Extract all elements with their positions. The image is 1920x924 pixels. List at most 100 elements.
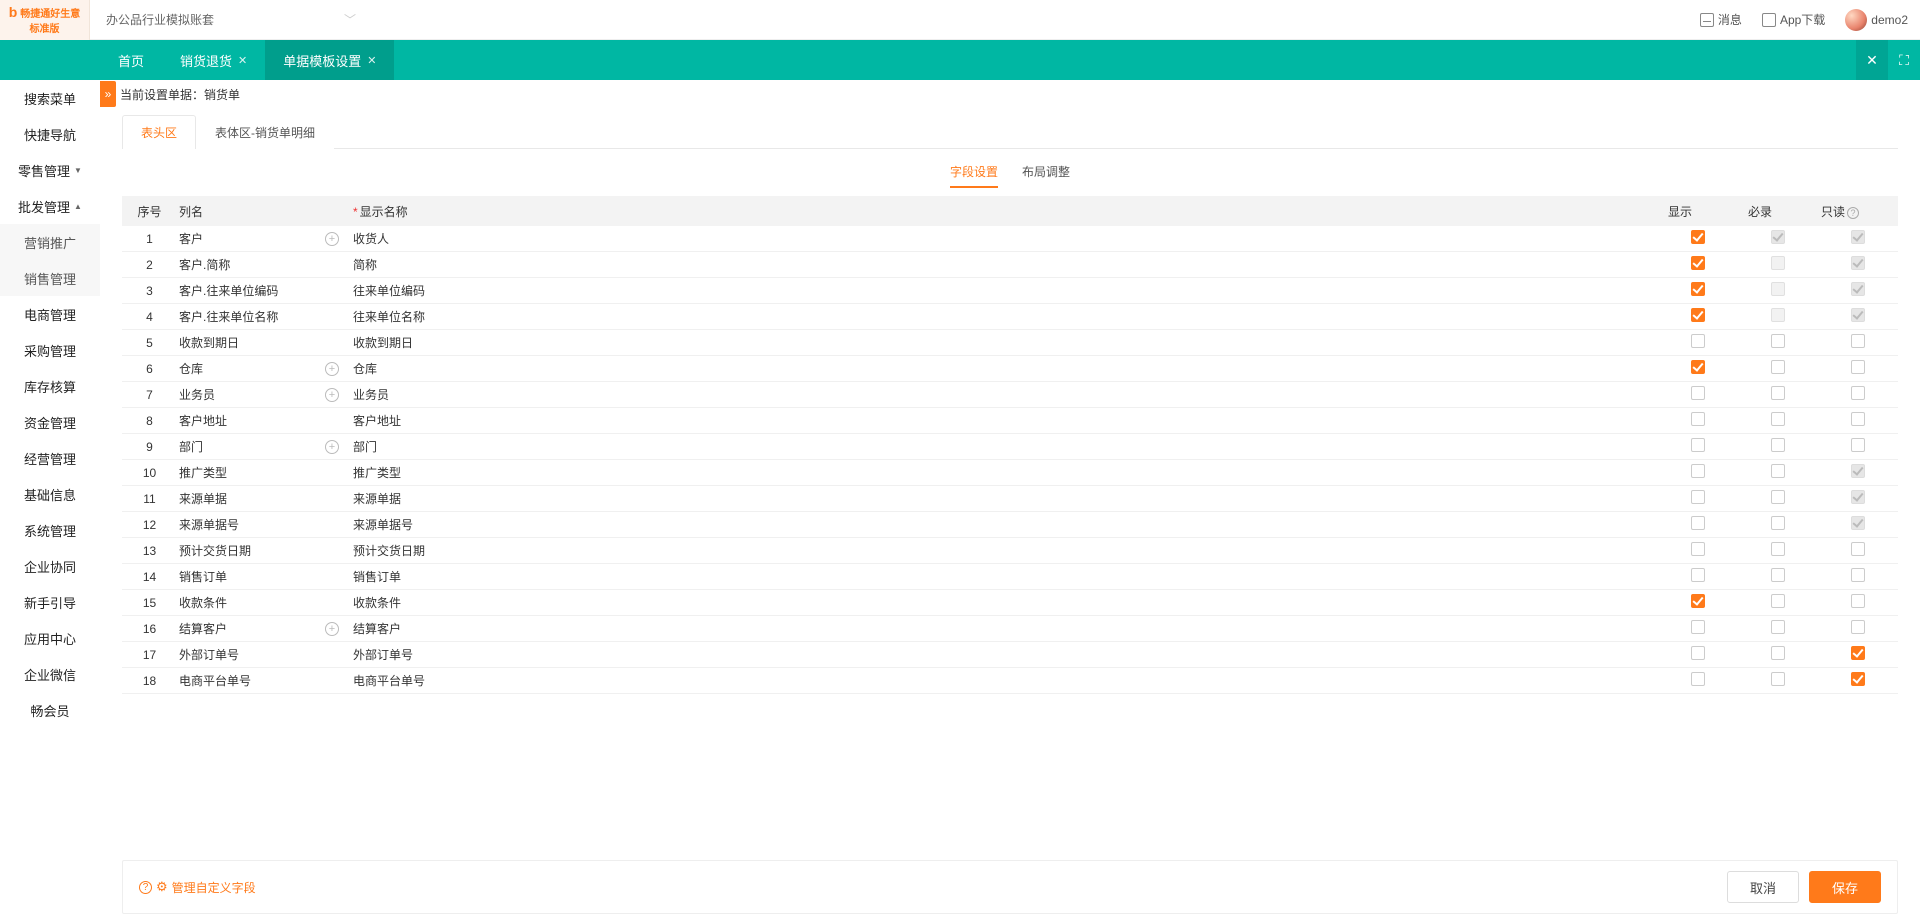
tab-1[interactable]: 单据模板设置✕ — [265, 40, 394, 80]
nav-sub-item[interactable]: 营销推广 — [0, 224, 100, 260]
tabs-close-all-button[interactable]: ✕ — [1856, 40, 1888, 80]
checkbox[interactable] — [1691, 464, 1705, 478]
checkbox[interactable] — [1691, 620, 1705, 634]
nav-item[interactable]: 资金管理 — [0, 404, 100, 440]
checkbox[interactable] — [1771, 542, 1785, 556]
checkbox[interactable] — [1771, 620, 1785, 634]
save-button[interactable]: 保存 — [1809, 871, 1881, 903]
checkbox[interactable] — [1851, 334, 1865, 348]
checkbox[interactable] — [1771, 646, 1785, 660]
checkbox[interactable] — [1691, 386, 1705, 400]
checkbox[interactable] — [1851, 542, 1865, 556]
cell-display-name[interactable]: 销售订单 — [347, 568, 1658, 585]
add-icon[interactable]: + — [325, 362, 339, 376]
add-icon[interactable]: + — [325, 622, 339, 636]
checkbox[interactable] — [1771, 386, 1785, 400]
checkbox[interactable] — [1691, 542, 1705, 556]
checkbox[interactable] — [1691, 490, 1705, 504]
checkbox[interactable] — [1851, 594, 1865, 608]
nav-item[interactable]: 基础信息 — [0, 476, 100, 512]
nav-item[interactable]: 批发管理▲ — [0, 188, 100, 224]
add-icon[interactable]: + — [325, 388, 339, 402]
checkbox[interactable] — [1691, 360, 1705, 374]
add-icon[interactable]: + — [325, 440, 339, 454]
nav-item[interactable]: 快捷导航 — [0, 116, 100, 152]
nav-item[interactable]: 企业协同 — [0, 548, 100, 584]
nav-item[interactable]: 系统管理 — [0, 512, 100, 548]
add-icon[interactable]: + — [325, 232, 339, 246]
user-menu[interactable]: demo2 — [1845, 9, 1908, 31]
cancel-button[interactable]: 取消 — [1727, 871, 1799, 903]
cell-display-name[interactable]: 收货人 — [347, 230, 1658, 247]
messages-button[interactable]: 消息 — [1700, 11, 1742, 28]
checkbox[interactable] — [1851, 620, 1865, 634]
nav-item[interactable]: 企业微信 — [0, 656, 100, 692]
checkbox[interactable] — [1851, 438, 1865, 452]
nav-item[interactable]: 经营管理 — [0, 440, 100, 476]
cell-display-name[interactable]: 收款到期日 — [347, 334, 1658, 351]
checkbox[interactable] — [1771, 568, 1785, 582]
panel-expand-icon[interactable]: » — [100, 81, 116, 107]
checkbox[interactable] — [1851, 646, 1865, 660]
nav-item[interactable]: 库存核算 — [0, 368, 100, 404]
tab-0[interactable]: 销货退货✕ — [162, 40, 265, 80]
checkbox[interactable] — [1851, 412, 1865, 426]
checkbox[interactable] — [1851, 360, 1865, 374]
cell-display-name[interactable]: 仓库 — [347, 360, 1658, 377]
checkbox[interactable] — [1771, 360, 1785, 374]
cell-display-name[interactable]: 往来单位编码 — [347, 282, 1658, 299]
nav-item[interactable]: 电商管理 — [0, 296, 100, 332]
cell-display-name[interactable]: 电商平台单号 — [347, 672, 1658, 689]
cell-display-name[interactable]: 来源单据 — [347, 490, 1658, 507]
nav-item[interactable]: 采购管理 — [0, 332, 100, 368]
cell-display-name[interactable]: 往来单位名称 — [347, 308, 1658, 325]
section-tab[interactable]: 表头区 — [122, 115, 196, 149]
checkbox[interactable] — [1691, 256, 1705, 270]
checkbox[interactable] — [1851, 672, 1865, 686]
checkbox[interactable] — [1771, 516, 1785, 530]
checkbox[interactable] — [1771, 490, 1785, 504]
checkbox[interactable] — [1771, 412, 1785, 426]
cell-display-name[interactable]: 简称 — [347, 256, 1658, 273]
fullscreen-button[interactable]: ⛶ — [1888, 40, 1920, 80]
cell-display-name[interactable]: 客户地址 — [347, 412, 1658, 429]
checkbox[interactable] — [1691, 672, 1705, 686]
checkbox[interactable] — [1851, 386, 1865, 400]
nav-item[interactable]: 应用中心 — [0, 620, 100, 656]
help-icon[interactable]: ? — [1847, 207, 1859, 219]
checkbox[interactable] — [1691, 412, 1705, 426]
checkbox[interactable] — [1691, 334, 1705, 348]
checkbox[interactable] — [1771, 438, 1785, 452]
checkbox[interactable] — [1691, 594, 1705, 608]
checkbox[interactable] — [1691, 308, 1705, 322]
close-icon[interactable]: ✕ — [238, 54, 247, 67]
close-icon[interactable]: ✕ — [367, 54, 376, 67]
checkbox[interactable] — [1771, 672, 1785, 686]
nav-item[interactable]: 畅会员 — [0, 692, 100, 728]
cell-display-name[interactable]: 预计交货日期 — [347, 542, 1658, 559]
nav-sub-item[interactable]: 销售管理 — [0, 260, 100, 296]
checkbox[interactable] — [1771, 334, 1785, 348]
cell-display-name[interactable]: 部门 — [347, 438, 1658, 455]
section-tab[interactable]: 表体区-销货单明细 — [196, 115, 334, 149]
sub-tab[interactable]: 字段设置 — [950, 163, 998, 188]
checkbox[interactable] — [1691, 568, 1705, 582]
workspace-selector[interactable]: 办公品行业模拟账套 ﹀ — [106, 11, 356, 28]
checkbox[interactable] — [1771, 464, 1785, 478]
checkbox[interactable] — [1691, 282, 1705, 296]
tab-home[interactable]: 首页 — [100, 40, 162, 80]
cell-display-name[interactable]: 收款条件 — [347, 594, 1658, 611]
nav-item[interactable]: 零售管理▼ — [0, 152, 100, 188]
nav-item[interactable]: 搜索菜单 — [0, 80, 100, 116]
checkbox[interactable] — [1691, 516, 1705, 530]
cell-display-name[interactable]: 外部订单号 — [347, 646, 1658, 663]
checkbox[interactable] — [1851, 568, 1865, 582]
manage-custom-fields-link[interactable]: ? ⚙ 管理自定义字段 — [139, 879, 256, 896]
nav-item[interactable]: 新手引导 — [0, 584, 100, 620]
checkbox[interactable] — [1691, 438, 1705, 452]
checkbox[interactable] — [1691, 230, 1705, 244]
sub-tab[interactable]: 布局调整 — [1022, 163, 1070, 188]
app-download-button[interactable]: App下载 — [1762, 11, 1825, 28]
checkbox[interactable] — [1771, 594, 1785, 608]
cell-display-name[interactable]: 推广类型 — [347, 464, 1658, 481]
